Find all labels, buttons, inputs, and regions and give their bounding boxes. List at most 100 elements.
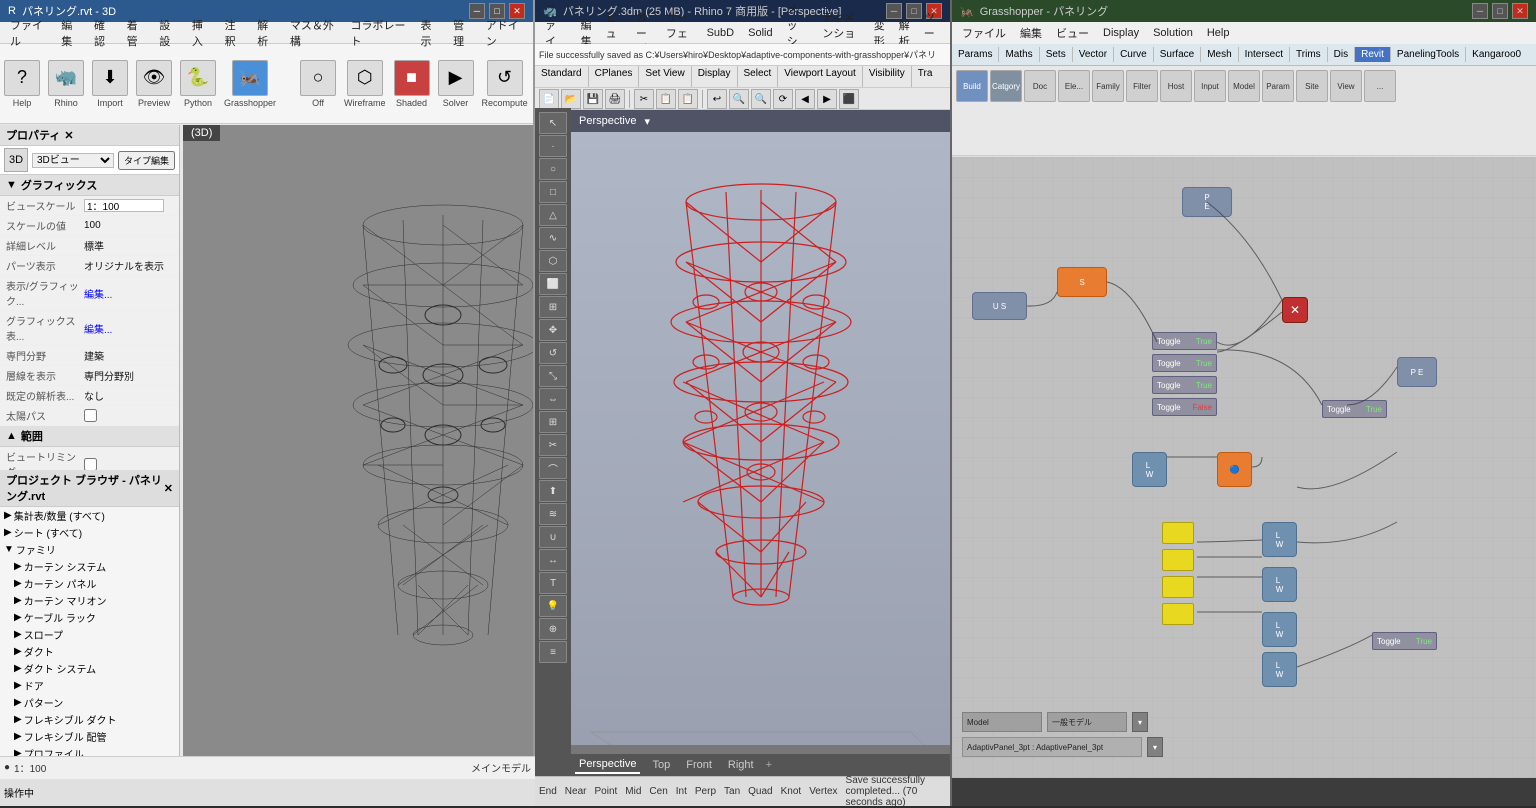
tab-top[interactable]: Top <box>648 757 674 773</box>
tab-tra[interactable]: Tra <box>912 66 939 87</box>
recompute-icon[interactable]: ↺ <box>487 60 523 96</box>
gh-close-btn[interactable]: ✕ <box>1512 3 1528 19</box>
tab-perspective[interactable]: Perspective <box>575 756 640 774</box>
rhino-tool-1[interactable]: 📄 <box>539 89 559 109</box>
snap-cen[interactable]: Cen <box>649 786 667 797</box>
tool-extrude[interactable]: ⬆ <box>539 480 567 502</box>
tool-misc[interactable]: ≡ <box>539 641 567 663</box>
tab-setview[interactable]: Set View <box>639 66 691 87</box>
gh-tab-trims[interactable]: Trims <box>1290 47 1328 62</box>
gh-tab-sets[interactable]: Sets <box>1040 47 1073 62</box>
tab-select[interactable]: Select <box>738 66 779 87</box>
grasshopper-icon[interactable]: 🦗 <box>232 60 268 96</box>
gh-toggle-4[interactable]: ToggleFalse <box>1152 398 1217 416</box>
rhino-subd[interactable]: SubD <box>701 25 741 41</box>
rhino-tool-14[interactable]: ⬛ <box>839 89 859 109</box>
menu-confirm[interactable]: 確認 <box>88 15 119 51</box>
rhino-tool-5[interactable]: ✂ <box>634 89 654 109</box>
rhino-tool-12[interactable]: ◀ <box>795 89 815 109</box>
view-scale-input[interactable] <box>84 199 164 212</box>
snap-point[interactable]: Point <box>594 786 617 797</box>
gh-solution[interactable]: Solution <box>1147 25 1199 41</box>
gh-tab-paneling[interactable]: PanelingTools <box>1391 47 1466 62</box>
tool-bool-union[interactable]: ∪ <box>539 526 567 548</box>
gh-file[interactable]: ファイル <box>956 23 1012 43</box>
add-viewport-btn[interactable]: + <box>766 759 772 771</box>
gh-tab-surface[interactable]: Surface <box>1154 47 1201 62</box>
tab-cplanes[interactable]: CPlanes <box>589 66 640 87</box>
rhino-tool-11[interactable]: ⟳ <box>773 89 793 109</box>
tool-import[interactable]: ⬇ Import <box>92 60 128 108</box>
menu-attach[interactable]: 着管 <box>121 15 152 51</box>
menu-collaborate[interactable]: コラボレート <box>345 15 413 51</box>
gh-model-selector-1[interactable]: Model <box>962 712 1042 732</box>
tree-duct[interactable]: ▶ ダクト <box>0 643 179 660</box>
tree-duct-sys[interactable]: ▶ ダクト システム <box>0 660 179 677</box>
rhino-tool-6[interactable]: 📋 <box>656 89 676 109</box>
gh-tab-params[interactable]: Params <box>952 47 999 62</box>
preview-icon[interactable]: 👁 <box>136 60 172 96</box>
menu-insert[interactable]: 挿入 <box>186 15 217 51</box>
menu-edit[interactable]: 編集 <box>55 15 86 51</box>
gh-help[interactable]: Help <box>1201 25 1236 41</box>
menu-mass[interactable]: マス＆外構 <box>284 15 343 51</box>
tool-off[interactable]: ○ Off <box>300 60 336 108</box>
gh-node-pe-right[interactable]: P E <box>1397 357 1437 387</box>
properties-header[interactable]: プロパティ ✕ <box>0 125 179 146</box>
gh-node-mid-1[interactable]: LW <box>1132 452 1167 487</box>
tab-front[interactable]: Front <box>682 757 716 773</box>
menu-settings[interactable]: 設設 <box>153 15 184 51</box>
rhino-icon[interactable]: 🦏 <box>48 60 84 96</box>
gh-toggle-bottom[interactable]: ToggleTrue <box>1372 632 1437 650</box>
gh-node-lw-2[interactable]: LW <box>1262 567 1297 602</box>
snap-tan[interactable]: Tan <box>724 786 740 797</box>
type-edit-btn[interactable]: タイプ編集 <box>118 151 175 170</box>
gh-node-yellow-2[interactable] <box>1162 549 1194 571</box>
gh-tab-dis[interactable]: Dis <box>1328 47 1355 62</box>
gh-display[interactable]: Display <box>1097 25 1145 41</box>
tab-display[interactable]: Display <box>692 66 738 87</box>
tool-light[interactable]: 💡 <box>539 595 567 617</box>
rhino-tool-9[interactable]: 🔍 <box>729 89 749 109</box>
tool-grid[interactable]: ⊞ <box>539 296 567 318</box>
snap-mid[interactable]: Mid <box>625 786 641 797</box>
menu-analysis[interactable]: 解析 <box>251 15 282 51</box>
menu-manage[interactable]: 管理 <box>447 15 478 51</box>
tool-rotate[interactable]: ↺ <box>539 342 567 364</box>
tool-wireframe[interactable]: ⬡ Wireframe <box>344 60 386 108</box>
gh-view[interactable]: ビュー <box>1050 23 1095 43</box>
tree-sheet[interactable]: ▶ シート (すべて) <box>0 524 179 541</box>
gh-node-yellow-3[interactable] <box>1162 576 1194 598</box>
tool-dot[interactable]: · <box>539 135 567 157</box>
tool-curve[interactable]: ∿ <box>539 227 567 249</box>
gh-toggle-2[interactable]: ToggleTrue <box>1152 354 1217 372</box>
gh-tab-maths[interactable]: Maths <box>999 47 1039 62</box>
tree-profile[interactable]: ▶ プロファイル <box>0 745 179 756</box>
gh-model-selector-2[interactable]: 一般モデル <box>1047 712 1127 732</box>
tool-fillet[interactable]: ⌒ <box>539 457 567 479</box>
wireframe-icon[interactable]: ⬡ <box>347 60 383 96</box>
tab-standard[interactable]: Standard <box>535 66 589 87</box>
menu-addin[interactable]: アドイン <box>480 15 529 51</box>
import-icon[interactable]: ⬇ <box>92 60 128 96</box>
graphics-disp-val[interactable]: 編集... <box>84 321 112 336</box>
range-section[interactable]: ▲ 範囲 <box>0 426 179 447</box>
gh-tab-revit[interactable]: Revit <box>1355 47 1391 62</box>
tree-cable-rack[interactable]: ▶ ケーブル ラック <box>0 609 179 626</box>
gh-tab-intersect[interactable]: Intersect <box>1239 47 1290 62</box>
gh-edit[interactable]: 編集 <box>1014 23 1048 43</box>
tool-box[interactable]: ⬜ <box>539 273 567 295</box>
tree-curtain-panel[interactable]: ▶ カーテン パネル <box>0 575 179 592</box>
tool-recompute[interactable]: ↺ Recompute <box>482 60 528 108</box>
tool-python[interactable]: 🐍 Python <box>180 60 216 108</box>
tool-scale[interactable]: ⤡ <box>539 365 567 387</box>
rhino-tool-13[interactable]: ▶ <box>817 89 837 109</box>
rhino-tool-4[interactable]: 🖨 <box>605 89 625 109</box>
gh-tab-vector[interactable]: Vector <box>1073 47 1114 62</box>
gh-node-lw-3[interactable]: LW <box>1262 612 1297 647</box>
gh-adaptive-panel-selector[interactable]: AdaptivPanel_3pt : AdaptivePanel_3pt <box>962 737 1142 757</box>
tool-square[interactable]: □ <box>539 181 567 203</box>
tool-grasshopper[interactable]: 🦗 Grasshopper <box>224 60 276 108</box>
shaded-icon[interactable]: ■ <box>394 60 430 96</box>
tool-help[interactable]: ? Help <box>4 60 40 108</box>
